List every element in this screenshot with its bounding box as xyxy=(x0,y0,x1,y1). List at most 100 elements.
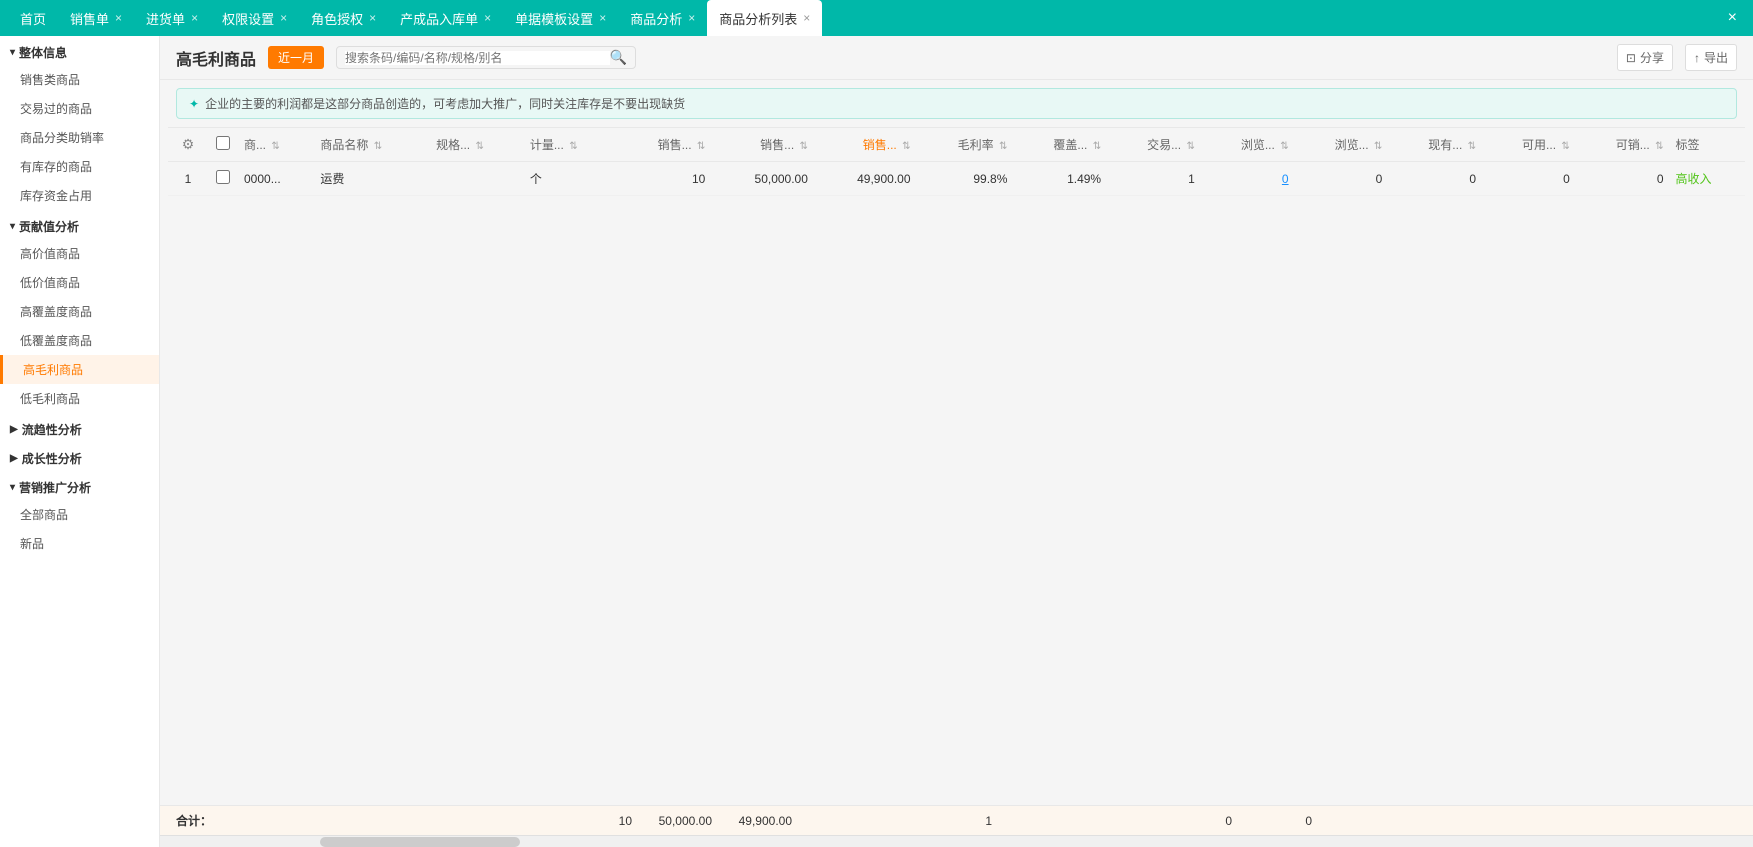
footer-current-stock: 0 xyxy=(1172,814,1252,828)
sidebar-item-high-margin[interactable]: 高毛利商品 xyxy=(0,355,159,384)
footer-values: 10 50,000.00 49,900.00 1 0 0 xyxy=(232,814,1737,828)
sidebar: ▾ 整体信息 销售类商品 交易过的商品 商品分类助销率 有库存的商品 库存资金占… xyxy=(0,36,160,847)
sidebar-item-all-goods[interactable]: 全部商品 xyxy=(0,500,159,529)
nav-sales-order[interactable]: 销售单 × xyxy=(58,0,134,36)
table-row: 1 0000... 运费 xyxy=(168,162,1745,196)
nav-product-analysis[interactable]: 商品分析 × xyxy=(618,0,707,36)
sort-icon-sales-profit: ⇅ xyxy=(902,141,910,152)
select-all-checkbox[interactable] xyxy=(216,136,230,150)
th-name[interactable]: 商品名称 ⇅ xyxy=(314,128,430,162)
sidebar-item-high-coverage[interactable]: 高覆盖度商品 xyxy=(0,297,159,326)
th-trade-count[interactable]: 交易... ⇅ xyxy=(1107,128,1201,162)
cell-name: 运费 xyxy=(314,162,430,196)
horizontal-scrollbar[interactable] xyxy=(160,835,1753,847)
th-current-stock[interactable]: 现有... ⇅ xyxy=(1388,128,1482,162)
sort-icon-available-stock: ⇅ xyxy=(1561,141,1569,152)
th-settings[interactable]: ⚙ xyxy=(168,128,208,162)
info-icon: ✦ xyxy=(189,97,199,111)
sort-icon-name: ⇅ xyxy=(374,141,382,152)
cell-checkbox[interactable] xyxy=(208,162,238,196)
th-view1[interactable]: 浏览... ⇅ xyxy=(1201,128,1295,162)
content-header: 高毛利商品 近一月 🔍 ⊡ 分享 ↑ 导出 xyxy=(160,36,1753,80)
close-permission[interactable]: × xyxy=(280,11,287,25)
footer-label: 合计： xyxy=(176,812,212,829)
sort-icon-saleable: ⇅ xyxy=(1655,141,1663,152)
th-sales-qty[interactable]: 销售... ⇅ xyxy=(618,128,712,162)
sidebar-section-contribution[interactable]: ▾ 贡献值分析 xyxy=(0,210,159,239)
nav-role-auth[interactable]: 角色授权 × xyxy=(299,0,388,36)
th-saleable[interactable]: 可销... ⇅ xyxy=(1576,128,1670,162)
close-template-settings[interactable]: × xyxy=(599,11,606,25)
cell-index: 1 xyxy=(168,162,208,196)
close-window-btn[interactable]: × xyxy=(1720,9,1745,27)
settings-icon[interactable]: ⚙ xyxy=(182,136,195,152)
arrow-growth: ▶ xyxy=(10,453,18,464)
close-product-analysis[interactable]: × xyxy=(688,11,695,25)
th-tag[interactable]: 标签 xyxy=(1670,128,1745,162)
th-sales-amount[interactable]: 销售... ⇅ xyxy=(711,128,814,162)
th-unit[interactable]: 计量... ⇅ xyxy=(524,128,618,162)
nav-home[interactable]: 首页 xyxy=(8,0,58,36)
sidebar-item-sales-goods[interactable]: 销售类商品 xyxy=(0,65,159,94)
footer-empty2 xyxy=(812,814,872,828)
arrow-trend: ▶ xyxy=(10,424,18,435)
sidebar-item-category-rate[interactable]: 商品分类助销率 xyxy=(0,123,159,152)
sidebar-item-new-goods[interactable]: 新品 xyxy=(0,529,159,558)
filter-recent-month-btn[interactable]: 近一月 xyxy=(268,46,324,69)
search-box: 🔍 xyxy=(336,46,636,69)
sidebar-section-growth[interactable]: ▶ 成长性分析 xyxy=(0,442,159,471)
sidebar-item-traded-goods[interactable]: 交易过的商品 xyxy=(0,94,159,123)
row-checkbox[interactable] xyxy=(216,170,230,184)
sidebar-section-marketing[interactable]: ▾ 营销推广分析 xyxy=(0,471,159,500)
arrow-contribution: ▾ xyxy=(10,221,15,232)
th-checkbox[interactable] xyxy=(208,128,238,162)
nav-template-settings[interactable]: 单据模板设置 × xyxy=(503,0,618,36)
cell-saleable: 0 xyxy=(1576,162,1670,196)
sort-icon-code: ⇅ xyxy=(271,141,279,152)
close-product-analysis-list[interactable]: × xyxy=(803,11,810,25)
th-available-stock[interactable]: 可用... ⇅ xyxy=(1482,128,1576,162)
sidebar-item-low-value[interactable]: 低价值商品 xyxy=(0,268,159,297)
sidebar-item-high-value[interactable]: 高价值商品 xyxy=(0,239,159,268)
th-code[interactable]: 商... ⇅ xyxy=(238,128,314,162)
cell-margin-rate: 99.8% xyxy=(917,162,1014,196)
footer-available-stock: 0 xyxy=(1252,814,1332,828)
sort-icon-coverage: ⇅ xyxy=(1093,141,1101,152)
sidebar-section-trend[interactable]: ▶ 流趋性分析 xyxy=(0,413,159,442)
footer-empty5 xyxy=(1092,814,1172,828)
th-spec[interactable]: 规格... ⇅ xyxy=(430,128,524,162)
th-view2[interactable]: 浏览... ⇅ xyxy=(1295,128,1389,162)
data-table: ⚙ 商... ⇅ 商品名称 ⇅ xyxy=(168,127,1745,196)
cell-view1[interactable]: 0 xyxy=(1201,162,1295,196)
sidebar-item-in-stock[interactable]: 有库存的商品 xyxy=(0,152,159,181)
nav-product-analysis-list[interactable]: 商品分析列表 × xyxy=(707,0,822,36)
export-btn[interactable]: ↑ 导出 xyxy=(1685,44,1737,71)
table-container[interactable]: ⚙ 商... ⇅ 商品名称 ⇅ xyxy=(160,127,1753,805)
scrollbar-thumb[interactable] xyxy=(320,837,520,847)
close-sales-order[interactable]: × xyxy=(115,11,122,25)
nav-product-inbound[interactable]: 产成品入库单 × xyxy=(388,0,503,36)
nav-permission[interactable]: 权限设置 × xyxy=(210,0,299,36)
cell-trade-count: 1 xyxy=(1107,162,1201,196)
arrow-marketing: ▾ xyxy=(10,482,15,493)
cell-available-stock: 0 xyxy=(1482,162,1576,196)
th-margin-rate[interactable]: 毛利率 ⇅ xyxy=(917,128,1014,162)
sidebar-item-stock-fund[interactable]: 库存资金占用 xyxy=(0,181,159,210)
close-product-inbound[interactable]: × xyxy=(484,11,491,25)
cell-sales-amount: 50,000.00 xyxy=(711,162,814,196)
sub-content: 高毛利商品 近一月 🔍 ⊡ 分享 ↑ 导出 ✦ 企业的主要的利润都是这部分商品创… xyxy=(160,36,1753,847)
close-purchase-order[interactable]: × xyxy=(191,11,198,25)
sidebar-item-low-margin[interactable]: 低毛利商品 xyxy=(0,384,159,413)
th-coverage[interactable]: 覆盖... ⇅ xyxy=(1013,128,1107,162)
sidebar-item-low-coverage[interactable]: 低覆盖度商品 xyxy=(0,326,159,355)
sidebar-section-overall[interactable]: ▾ 整体信息 xyxy=(0,36,159,65)
footer-trade-count: 1 xyxy=(932,814,1012,828)
th-sales-profit[interactable]: 销售... ⇅ xyxy=(814,128,917,162)
share-btn[interactable]: ⊡ 分享 xyxy=(1617,44,1673,71)
search-input[interactable] xyxy=(345,51,610,65)
nav-purchase-order[interactable]: 进货单 × xyxy=(134,0,210,36)
search-icon[interactable]: 🔍 xyxy=(610,49,627,66)
sort-icon-sales-qty: ⇅ xyxy=(697,141,705,152)
export-icon: ↑ xyxy=(1694,51,1700,65)
close-role-auth[interactable]: × xyxy=(369,11,376,25)
